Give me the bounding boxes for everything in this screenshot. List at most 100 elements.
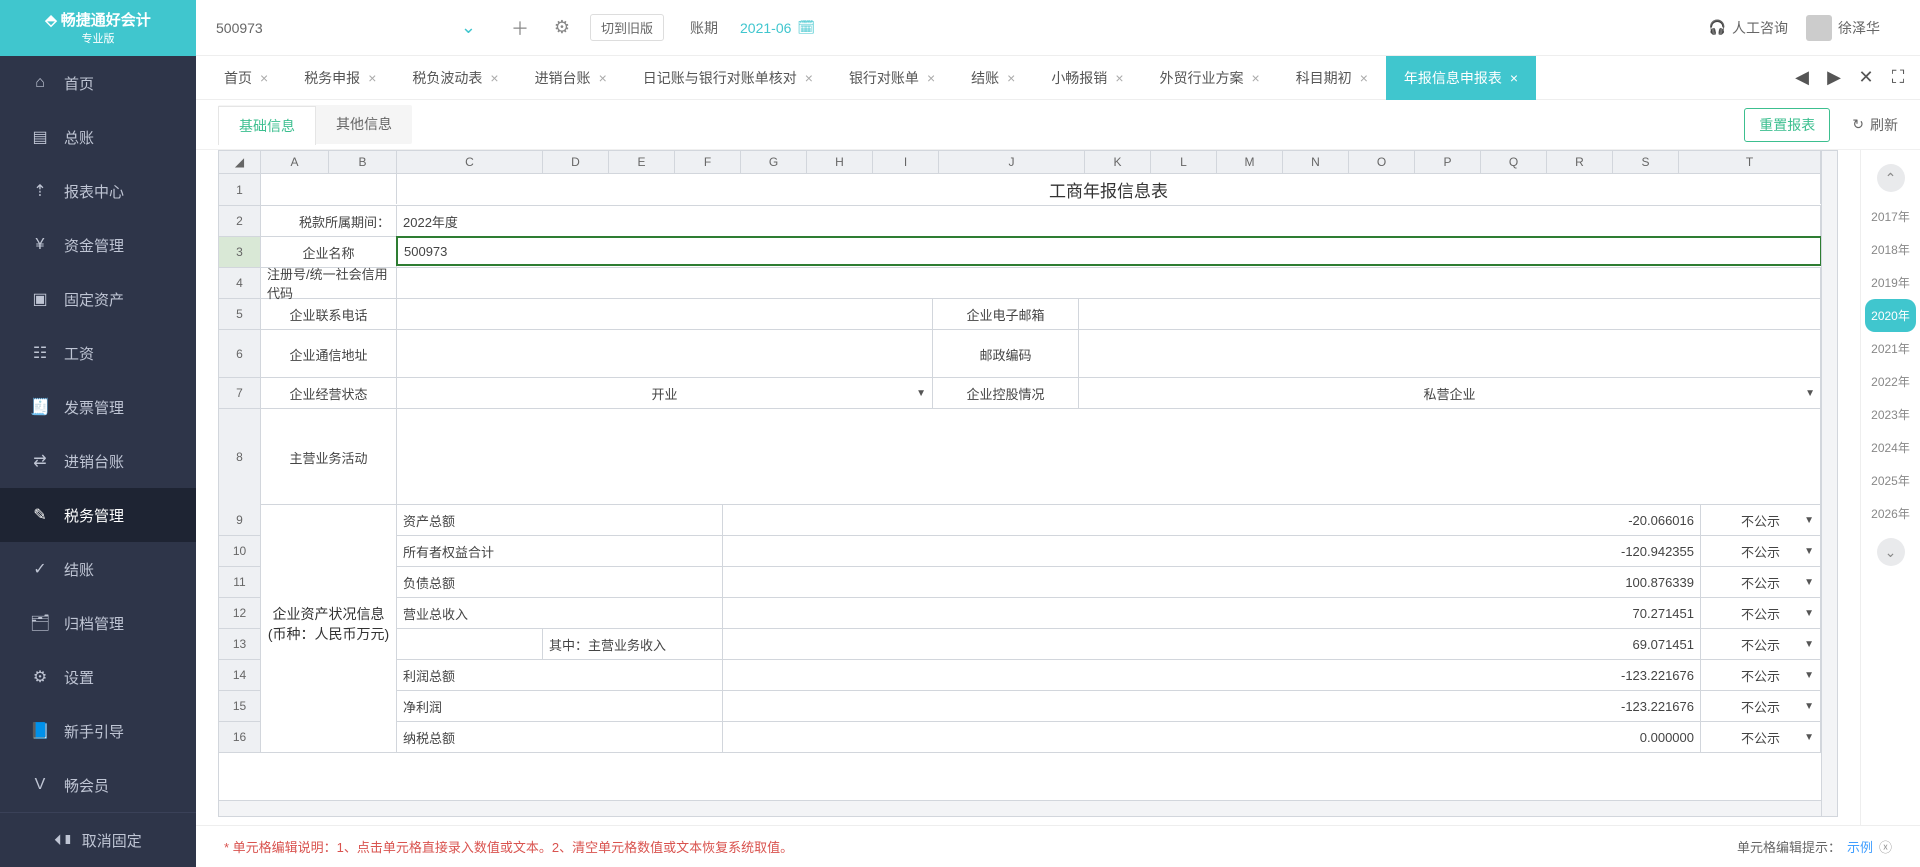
publish-select[interactable]: 不公示 <box>1701 505 1821 535</box>
col-header-S[interactable]: S <box>1613 151 1679 173</box>
col-header-Q[interactable]: Q <box>1481 151 1547 173</box>
asset-value[interactable]: 69.071451 <box>723 629 1701 659</box>
sidebar-item-5[interactable]: ☷工资 <box>0 326 196 380</box>
year-2024年[interactable]: 2024年 <box>1865 431 1916 464</box>
sidebar-item-1[interactable]: ▤总账 <box>0 110 196 164</box>
asset-value[interactable]: -120.942355 <box>723 536 1701 566</box>
sidebar-item-13[interactable]: V畅会员 <box>0 758 196 812</box>
asset-value[interactable]: 100.876339 <box>723 567 1701 597</box>
tab-7[interactable]: 小畅报销× <box>1033 56 1141 100</box>
row-header-3[interactable]: 3 <box>219 237 261 267</box>
footer-example-link[interactable]: 示例 <box>1847 837 1873 856</box>
row-header-10[interactable]: 10 <box>219 536 261 566</box>
add-icon[interactable]: ＋ <box>506 14 534 42</box>
sidebar-collapse-button[interactable]: ⏴▮ 取消固定 <box>0 812 196 867</box>
col-header-E[interactable]: E <box>609 151 675 173</box>
tab-scroll-right-icon[interactable]: ▶ <box>1820 64 1848 92</box>
refresh-button[interactable]: ↻ 刷新 <box>1852 115 1898 135</box>
close-icon[interactable]: × <box>490 70 498 86</box>
col-header-P[interactable]: P <box>1415 151 1481 173</box>
support-link[interactable]: 🎧 人工咨询 <box>1709 18 1788 38</box>
fullscreen-icon[interactable]: ⛶ <box>1884 64 1912 92</box>
tab-2[interactable]: 税负波动表× <box>394 56 516 100</box>
tab-1[interactable]: 税务申报× <box>286 56 394 100</box>
year-2023年[interactable]: 2023年 <box>1865 398 1916 431</box>
publish-select[interactable]: 不公示 <box>1701 691 1821 721</box>
row-header-14[interactable]: 14 <box>219 660 261 690</box>
company-name-input[interactable]: 500973 <box>396 236 1821 266</box>
col-header-M[interactable]: M <box>1217 151 1283 173</box>
phone-input[interactable] <box>397 299 933 329</box>
sidebar-item-0[interactable]: ⌂首页 <box>0 56 196 110</box>
sidebar-item-3[interactable]: ¥资金管理 <box>0 218 196 272</box>
sidebar-item-7[interactable]: ⇄进销台账 <box>0 434 196 488</box>
row-header-12[interactable]: 12 <box>219 598 261 628</box>
col-header-R[interactable]: R <box>1547 151 1613 173</box>
col-header-H[interactable]: H <box>807 151 873 173</box>
tab-6[interactable]: 结账× <box>953 56 1033 100</box>
col-header-A[interactable]: A <box>261 151 329 173</box>
col-header-L[interactable]: L <box>1151 151 1217 173</box>
col-header-K[interactable]: K <box>1085 151 1151 173</box>
publish-select[interactable]: 不公示 <box>1701 598 1821 628</box>
sidebar-item-12[interactable]: 📘新手引导 <box>0 704 196 758</box>
tab-9[interactable]: 科目期初× <box>1278 56 1386 100</box>
period-picker[interactable]: 2021-06 🗓 <box>740 19 815 36</box>
close-icon[interactable]: × <box>1007 70 1015 86</box>
horizontal-scrollbar[interactable] <box>219 800 1821 816</box>
tab-scroll-left-icon[interactable]: ◀ <box>1788 64 1816 92</box>
sidebar-item-6[interactable]: 🧾发票管理 <box>0 380 196 434</box>
row-header-2[interactable]: 2 <box>219 206 261 236</box>
close-icon[interactable]: × <box>260 70 268 86</box>
row-header-4[interactable]: 4 <box>219 268 261 298</box>
status-select[interactable]: 开业 <box>397 378 933 408</box>
publish-select[interactable]: 不公示 <box>1701 660 1821 690</box>
tab-0[interactable]: 首页× <box>206 56 286 100</box>
row-header-6[interactable]: 6 <box>219 330 261 377</box>
col-header-O[interactable]: O <box>1349 151 1415 173</box>
sidebar-item-9[interactable]: ✓结账 <box>0 542 196 596</box>
switch-old-version-button[interactable]: 切到旧版 <box>590 14 664 41</box>
publish-select[interactable]: 不公示 <box>1701 567 1821 597</box>
period-value-cell[interactable]: 2022年度 <box>397 206 1821 236</box>
asset-value[interactable]: -123.221676 <box>723 660 1701 690</box>
postcode-input[interactable] <box>1079 330 1821 378</box>
mainbiz-input[interactable] <box>397 409 1821 505</box>
select-all-corner[interactable]: ◢ <box>219 151 261 173</box>
year-next-icon[interactable]: ⌄ <box>1877 538 1905 566</box>
col-header-B[interactable]: B <box>329 151 397 173</box>
col-header-N[interactable]: N <box>1283 151 1349 173</box>
vertical-scrollbar[interactable] <box>1821 151 1837 816</box>
row-header-5[interactable]: 5 <box>219 299 261 329</box>
tab-10[interactable]: 年报信息申报表× <box>1386 56 1536 100</box>
clear-icon[interactable]: ⓧ <box>1879 837 1892 856</box>
close-icon[interactable]: × <box>368 70 376 86</box>
col-header-G[interactable]: G <box>741 151 807 173</box>
tab-5[interactable]: 银行对账单× <box>831 56 953 100</box>
holding-select[interactable]: 私营企业 <box>1079 378 1821 408</box>
year-2018年[interactable]: 2018年 <box>1865 233 1916 266</box>
tab-4[interactable]: 日记账与银行对账单核对× <box>625 56 831 100</box>
year-2026年[interactable]: 2026年 <box>1865 497 1916 530</box>
email-input[interactable] <box>1079 299 1821 329</box>
row-header-13[interactable]: 13 <box>219 629 261 659</box>
asset-value[interactable]: 70.271451 <box>723 598 1701 628</box>
publish-select[interactable]: 不公示 <box>1701 536 1821 566</box>
row-header-7[interactable]: 7 <box>219 378 261 408</box>
col-header-D[interactable]: D <box>543 151 609 173</box>
col-header-C[interactable]: C <box>397 151 543 173</box>
address-input[interactable] <box>397 330 933 378</box>
row-header-9[interactable]: 9 <box>219 505 261 535</box>
col-header-J[interactable]: J <box>939 151 1085 173</box>
row-header-1[interactable]: 1 <box>219 174 261 205</box>
close-icon[interactable]: × <box>1510 70 1518 86</box>
close-icon[interactable]: × <box>1252 70 1260 86</box>
publish-select[interactable]: 不公示 <box>1701 722 1821 752</box>
subtab-other[interactable]: 其他信息 <box>316 105 412 144</box>
row-header-16[interactable]: 16 <box>219 722 261 752</box>
year-2022年[interactable]: 2022年 <box>1865 365 1916 398</box>
year-prev-icon[interactable]: ⌃ <box>1877 164 1905 192</box>
close-icon[interactable]: × <box>927 70 935 86</box>
col-header-I[interactable]: I <box>873 151 939 173</box>
settings-icon[interactable]: ⚙ <box>548 14 576 42</box>
